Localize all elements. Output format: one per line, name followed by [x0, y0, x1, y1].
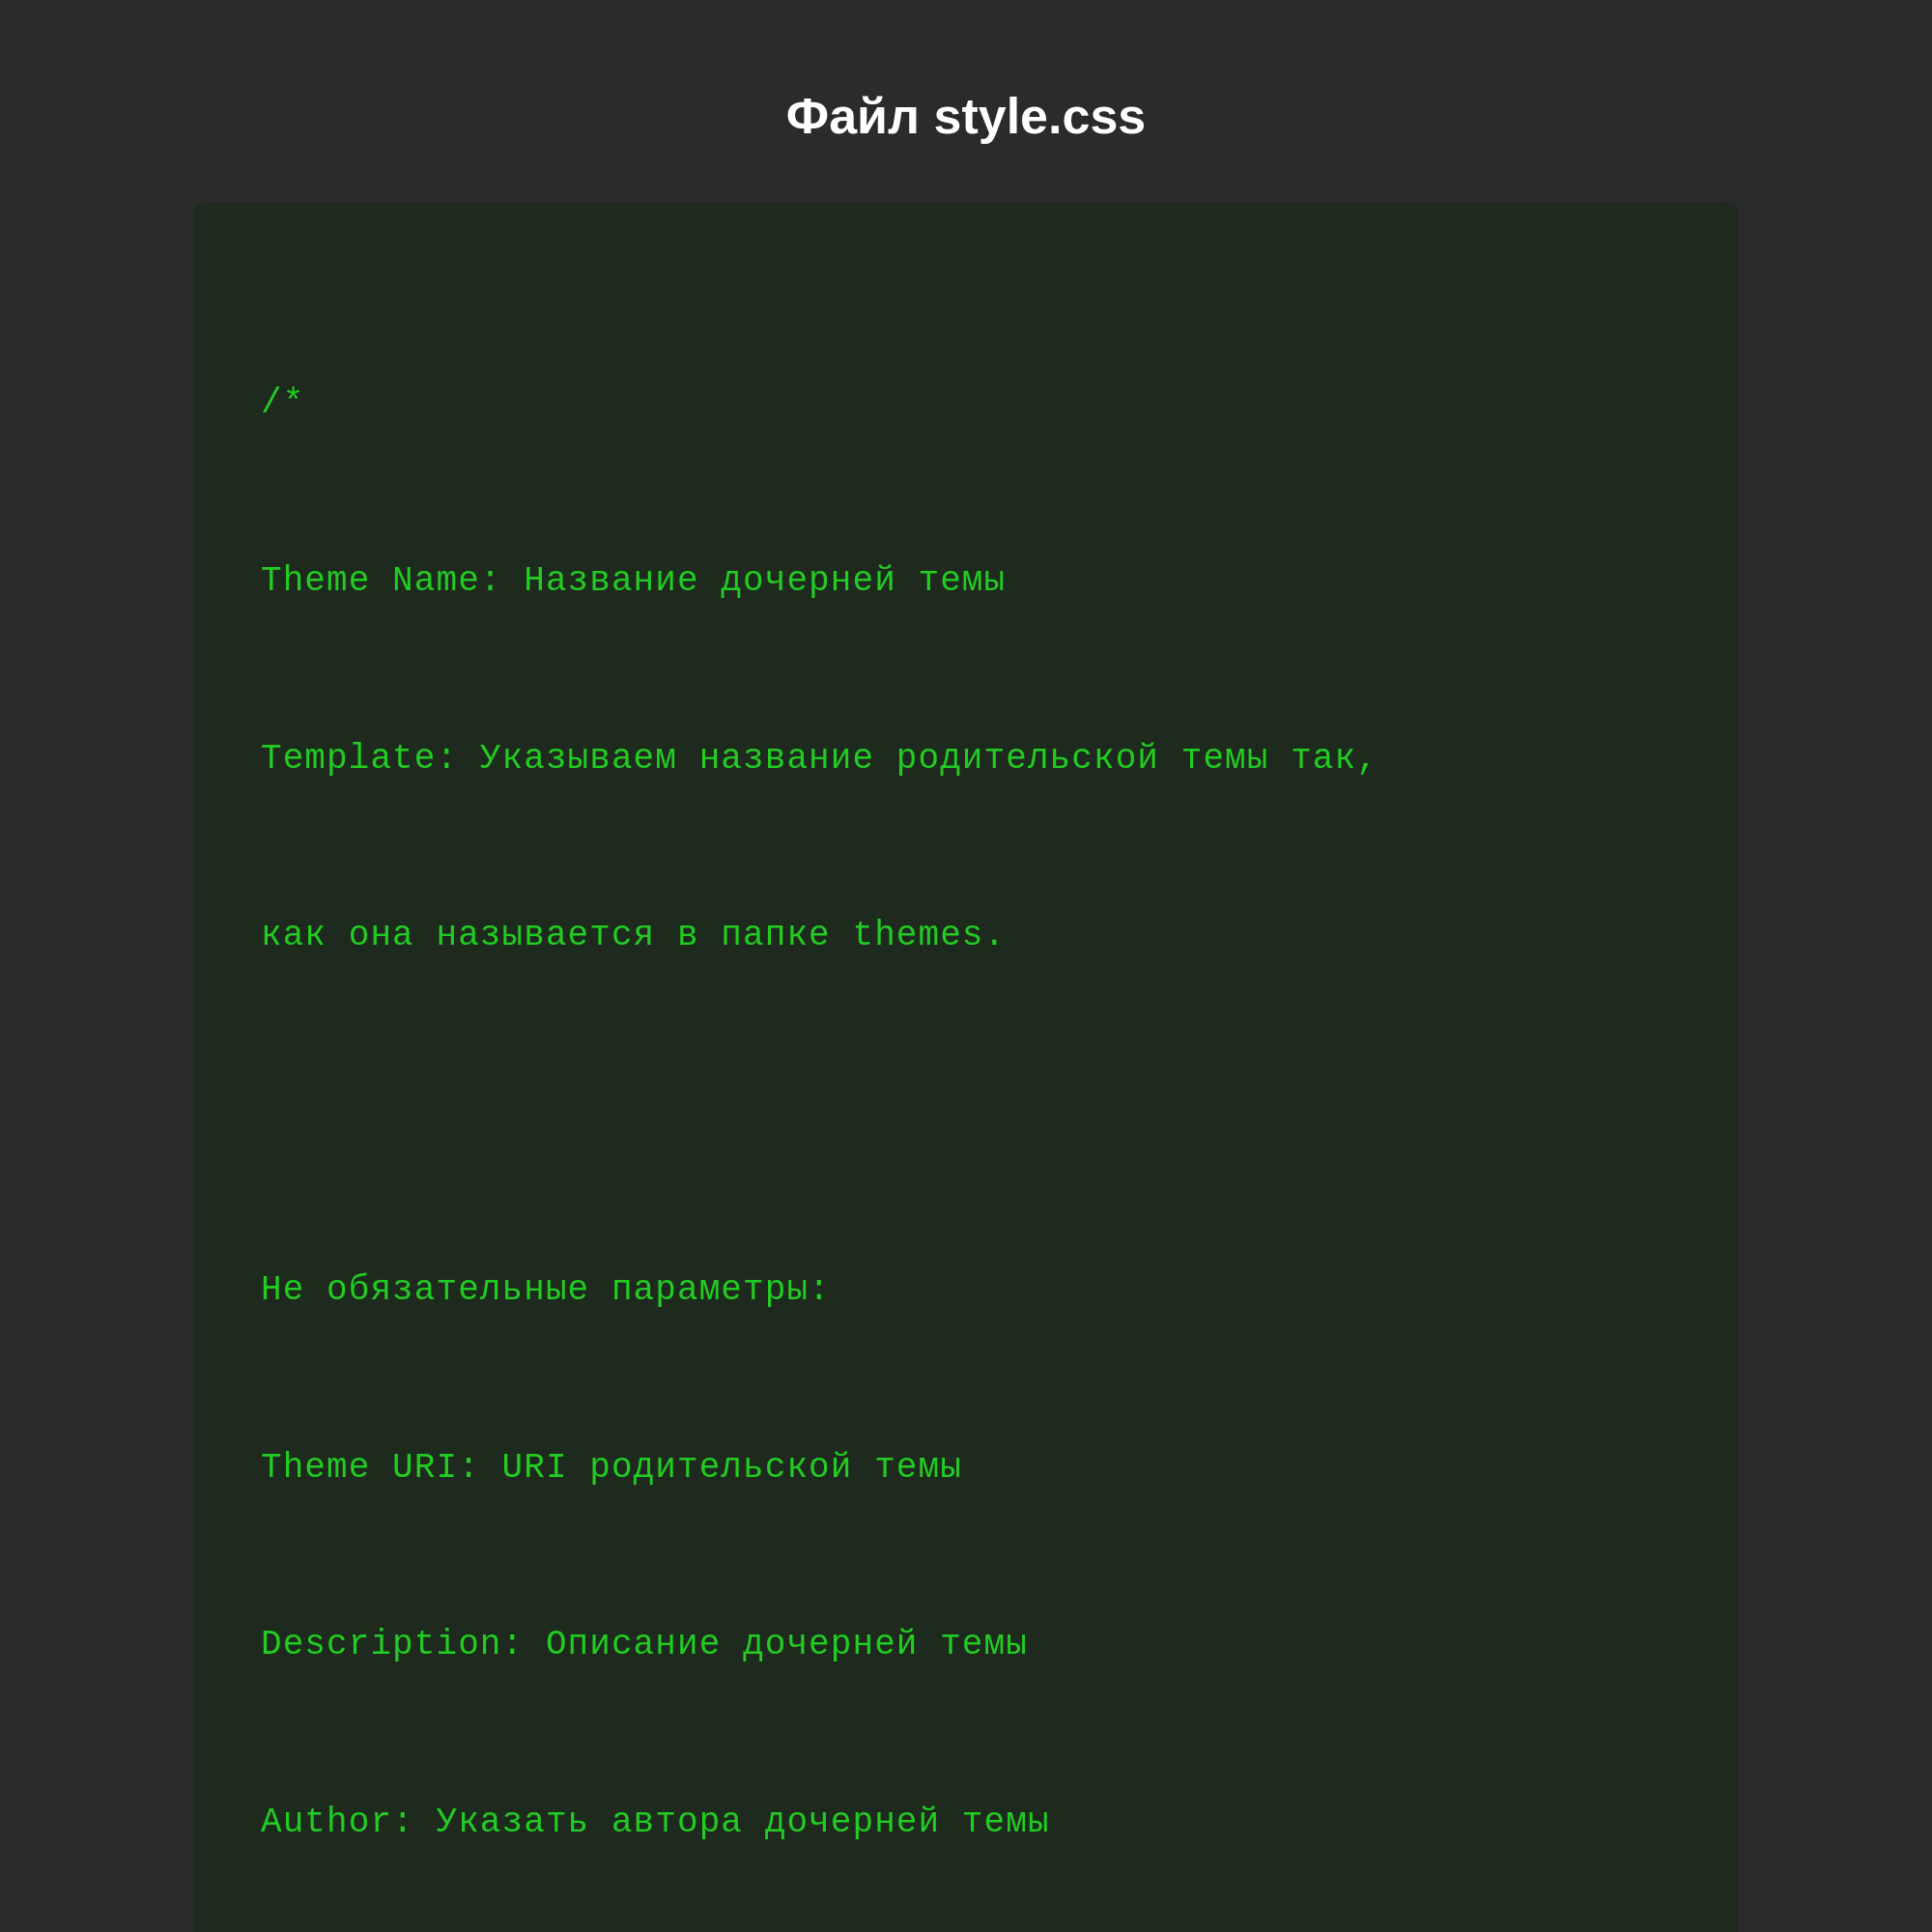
code-block: /* Theme Name: Название дочерней темы Te… — [193, 203, 1739, 1932]
code-empty-1 — [261, 1084, 1671, 1143]
code-line-1: /* — [261, 374, 1671, 433]
code-line-8: Author: Указать автора дочерней темы — [261, 1793, 1671, 1852]
code-line-7: Description: Описание дочерней темы — [261, 1615, 1671, 1674]
code-line-5: Не обязательные параметры: — [261, 1261, 1671, 1320]
code-line-6: Theme URI: URI родительской темы — [261, 1438, 1671, 1497]
code-line-4: как она называется в папке themes. — [261, 906, 1671, 965]
code-line-2: Theme Name: Название дочерней темы — [261, 552, 1671, 611]
code-line-3: Template: Указываем название родительско… — [261, 729, 1671, 788]
page-title: Файл style.css — [786, 87, 1146, 145]
